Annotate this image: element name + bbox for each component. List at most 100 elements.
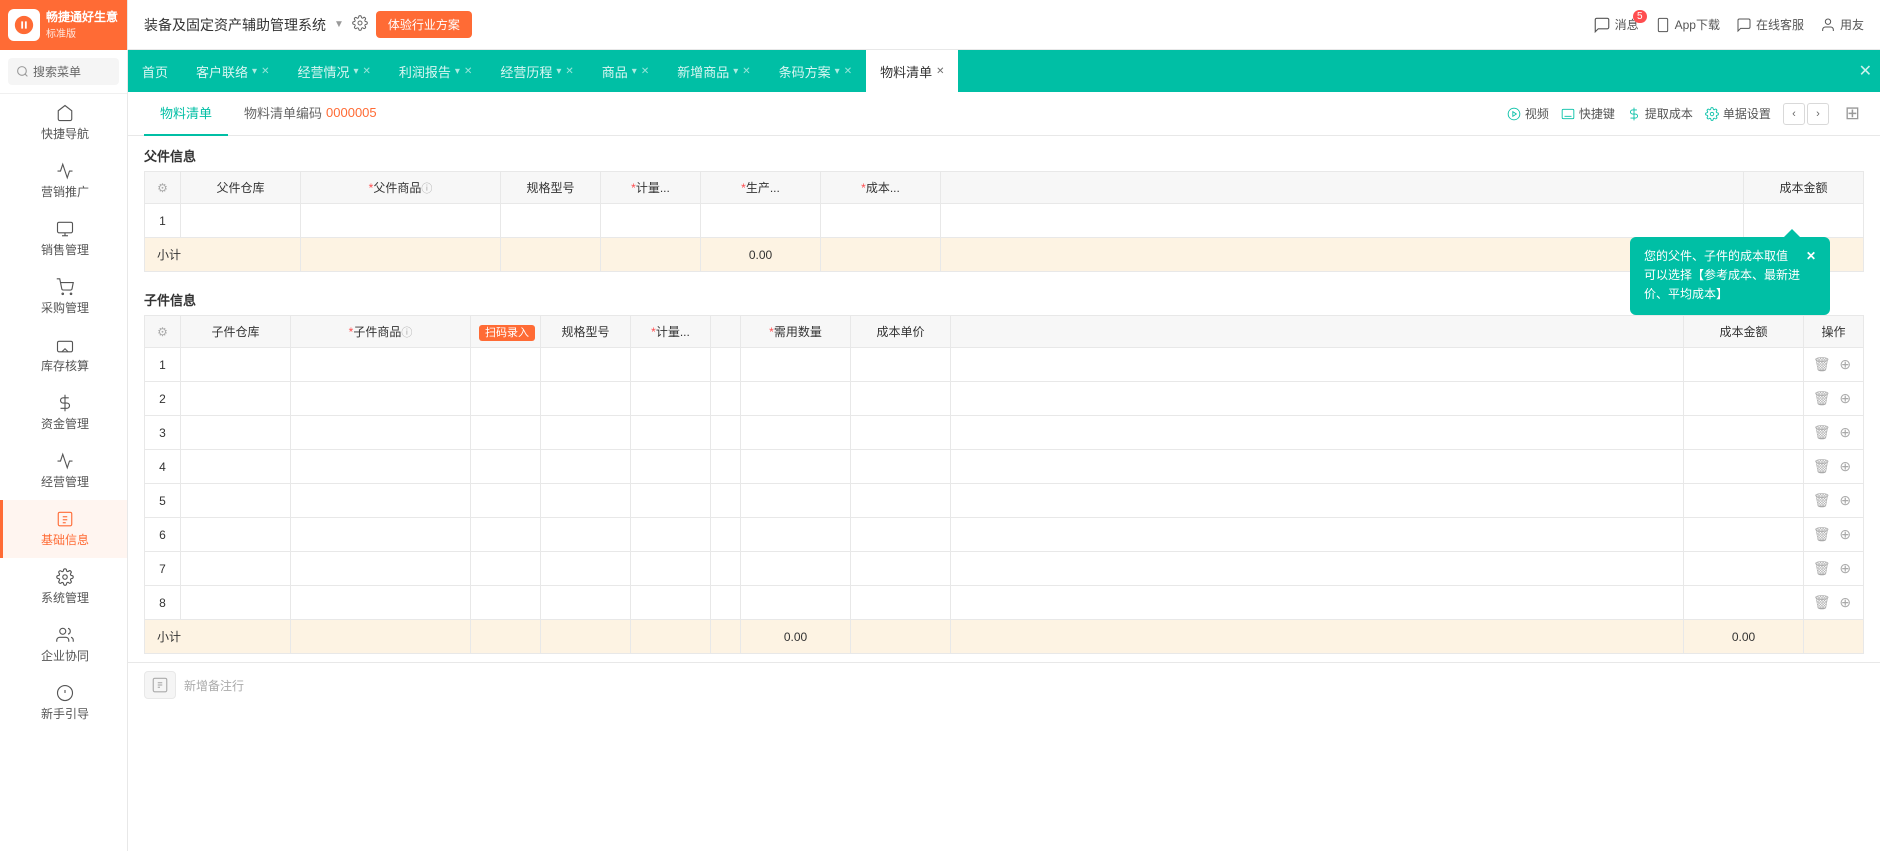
delete-button[interactable]: 🗑: [1812, 592, 1832, 614]
row-warehouse[interactable]: [181, 552, 291, 586]
row-spec[interactable]: [501, 204, 601, 238]
row-product[interactable]: [291, 416, 471, 450]
scan-badge-label[interactable]: 扫码录入: [479, 325, 535, 341]
copy-button[interactable]: ⊕: [1836, 524, 1856, 546]
delete-button[interactable]: 🗑: [1812, 388, 1832, 410]
nav-tab-customers[interactable]: 客户联络 ▾ ✕: [182, 50, 283, 92]
row-required-qty[interactable]: [741, 552, 851, 586]
row-amount[interactable]: [1684, 348, 1804, 382]
row-cost[interactable]: [821, 204, 941, 238]
sidebar-item-marketing[interactable]: 营销推广: [0, 152, 127, 210]
copy-button[interactable]: ⊕: [1836, 592, 1856, 614]
row-required-qty[interactable]: [741, 348, 851, 382]
row-amount[interactable]: [1744, 204, 1864, 238]
row-unit[interactable]: [631, 484, 711, 518]
row-amount[interactable]: [1684, 450, 1804, 484]
sidebar-item-basic-info[interactable]: 基础信息: [0, 500, 127, 558]
col-settings-icon[interactable]: ⚙: [153, 181, 172, 195]
sidebar-item-purchase[interactable]: 采购管理: [0, 268, 127, 326]
row-amount[interactable]: [1684, 416, 1804, 450]
sidebar-item-inventory[interactable]: 库存核算: [0, 326, 127, 384]
row-spec[interactable]: [541, 382, 631, 416]
row-spec[interactable]: [541, 518, 631, 552]
user-avatar-button[interactable]: 用友: [1820, 16, 1864, 33]
tab-close-button[interactable]: ✕: [641, 66, 649, 77]
row-required-qty[interactable]: [741, 416, 851, 450]
delete-button[interactable]: 🗑: [1812, 558, 1832, 580]
copy-button[interactable]: ⊕: [1836, 490, 1856, 512]
sub-tab-bom-code[interactable]: 物料清单编码 0000005: [228, 92, 393, 136]
delete-button[interactable]: 🗑: [1812, 524, 1832, 546]
row-required-qty[interactable]: [741, 450, 851, 484]
sidebar-item-new-guide[interactable]: 新手引导: [0, 674, 127, 732]
tab-close-button[interactable]: ✕: [742, 66, 750, 77]
copy-button[interactable]: ⊕: [1836, 456, 1856, 478]
row-warehouse[interactable]: [181, 518, 291, 552]
close-tab-button[interactable]: ✕: [1859, 61, 1872, 81]
row-product[interactable]: [291, 518, 471, 552]
action-extract-cost[interactable]: 提取成本: [1627, 105, 1693, 122]
row-product[interactable]: [291, 484, 471, 518]
row-product[interactable]: [291, 450, 471, 484]
action-shortcut[interactable]: 快捷键: [1561, 105, 1615, 122]
row-unit[interactable]: [631, 450, 711, 484]
row-spec[interactable]: [541, 416, 631, 450]
row-cost-unit[interactable]: [851, 552, 951, 586]
row-unit[interactable]: [631, 382, 711, 416]
col-settings-icon[interactable]: ⚙: [153, 325, 172, 339]
row-cost-unit[interactable]: [851, 348, 951, 382]
tab-close-button[interactable]: ✕: [261, 66, 269, 77]
row-amount[interactable]: [1684, 586, 1804, 620]
row-warehouse[interactable]: [181, 586, 291, 620]
row-required-qty[interactable]: [741, 382, 851, 416]
copy-button[interactable]: ⊕: [1836, 558, 1856, 580]
message-button[interactable]: 5 消息: [1593, 16, 1639, 34]
settings-gear-button[interactable]: [352, 15, 368, 34]
row-required-qty[interactable]: [741, 518, 851, 552]
row-cost-unit[interactable]: [851, 450, 951, 484]
action-doc-settings[interactable]: 单据设置: [1705, 105, 1771, 122]
row-spec[interactable]: [541, 484, 631, 518]
delete-button[interactable]: 🗑: [1812, 354, 1832, 376]
nav-tab-barcode[interactable]: 条码方案 ▾ ✕: [765, 50, 866, 92]
tab-close-button[interactable]: ✕: [363, 66, 371, 77]
row-cost-unit[interactable]: [851, 416, 951, 450]
expand-view-button[interactable]: ⊞: [1841, 103, 1864, 124]
online-service-button[interactable]: 在线客服: [1736, 16, 1804, 33]
nav-tab-home[interactable]: 首页: [128, 50, 182, 92]
row-cost-unit[interactable]: [851, 586, 951, 620]
row-product[interactable]: [291, 552, 471, 586]
sidebar-item-operations[interactable]: 经营管理: [0, 442, 127, 500]
sidebar-item-enterprise[interactable]: 企业协同: [0, 616, 127, 674]
row-spec[interactable]: [541, 552, 631, 586]
nav-tab-operations[interactable]: 经营情况 ▾ ✕: [283, 50, 384, 92]
sub-tab-bom[interactable]: 物料清单: [144, 92, 228, 136]
action-video[interactable]: 视频: [1507, 105, 1549, 122]
row-amount[interactable]: [1684, 518, 1804, 552]
row-warehouse[interactable]: [181, 416, 291, 450]
row-unit[interactable]: [601, 204, 701, 238]
row-spec[interactable]: [541, 450, 631, 484]
row-spec[interactable]: [541, 586, 631, 620]
tab-close-button[interactable]: ✕: [844, 66, 852, 77]
copy-button[interactable]: ⊕: [1836, 422, 1856, 444]
nav-tab-bom[interactable]: 物料清单 ✕: [866, 50, 958, 92]
system-dropdown-arrow[interactable]: ▼: [334, 19, 344, 30]
row-product[interactable]: [301, 204, 501, 238]
row-unit[interactable]: [631, 416, 711, 450]
sidebar-item-finance[interactable]: 资金管理: [0, 384, 127, 442]
row-amount[interactable]: [1684, 382, 1804, 416]
row-cost-unit[interactable]: [851, 382, 951, 416]
sidebar-item-system[interactable]: 系统管理: [0, 558, 127, 616]
tab-close-button[interactable]: ✕: [565, 66, 573, 77]
row-amount[interactable]: [1684, 484, 1804, 518]
delete-button[interactable]: 🗑: [1812, 456, 1832, 478]
row-cost-unit[interactable]: [851, 484, 951, 518]
row-warehouse[interactable]: [181, 204, 301, 238]
sidebar-item-quick-nav[interactable]: 快捷导航: [0, 94, 127, 152]
trial-button[interactable]: 体验行业方案: [376, 11, 472, 38]
nav-tab-history[interactable]: 经营历程 ▾ ✕: [486, 50, 587, 92]
delete-button[interactable]: 🗑: [1812, 490, 1832, 512]
tooltip-close-button[interactable]: ✕: [1806, 247, 1816, 266]
add-note-button[interactable]: [144, 671, 176, 699]
